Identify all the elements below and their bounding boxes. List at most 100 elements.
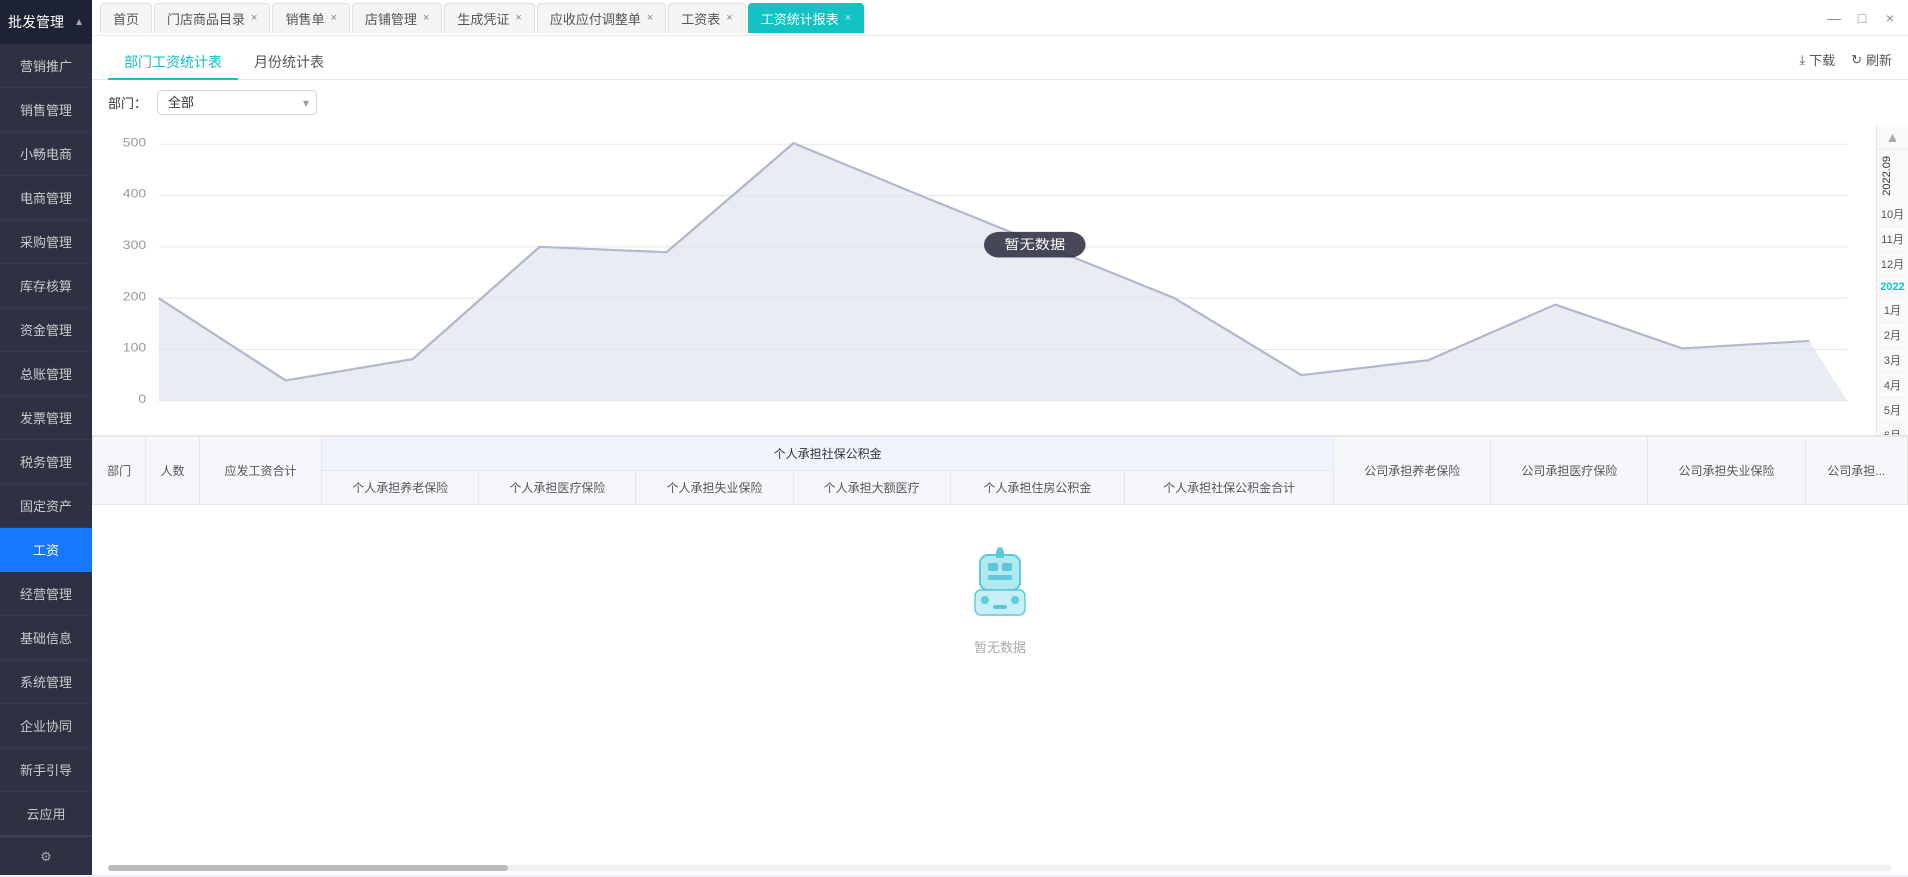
tab-catalog[interactable]: 门店商品目录 × [154,3,270,33]
right-panel-10月[interactable]: 10月 [1878,202,1906,227]
sidebar: 批发管理 ▲ 营销推广销售管理小畅电商电商管理采购管理库存核算资金管理总账管理发… [0,0,92,875]
subtab-dept[interactable]: 部门工资统计表 [108,46,238,80]
content-area: 部门工资统计表月份统计表 ⤓ 下载 ↻ 刷新 部门： 全部 [92,36,1908,875]
maximize-button[interactable]: □ [1852,8,1872,28]
tab-sales-order[interactable]: 销售单 × [272,3,349,33]
tab-produce[interactable]: 生成凭证 × [444,3,534,33]
sidebar-item-inventory[interactable]: 库存核算 [0,264,92,308]
sidebar-item-payroll[interactable]: 工资 [0,528,92,572]
tab-label-sales-order: 销售单 [285,9,324,28]
sidebar-item-purchase[interactable]: 采购管理 [0,220,92,264]
col-dept: 部门 [93,437,146,505]
sidebar-item-cloud[interactable]: 云应用 [0,792,92,836]
tab-label-catalog: 门店商品目录 [167,9,245,28]
refresh-icon: ↻ [1851,52,1862,68]
right-panel-1月[interactable]: 1月 [1878,298,1906,323]
right-panel-12月[interactable]: 12月 [1878,252,1906,277]
empty-state: 暂无数据 [92,505,1908,696]
sidebar-item-guide[interactable]: 新手引导 [0,748,92,792]
tab-close-sales-order[interactable]: × [330,12,336,24]
refresh-button[interactable]: ↻ 刷新 [1851,50,1892,69]
sidebar-item-enterprise[interactable]: 企业协同 [0,704,92,748]
col-company-medical: 公司承担医疗保险 [1491,437,1648,505]
tab-close-produce[interactable]: × [515,12,521,24]
dept-select[interactable]: 全部 [157,90,317,115]
right-panel-4月[interactable]: 4月 [1878,373,1906,398]
tab-label-produce: 生成凭证 [457,9,509,28]
col-headcount: 人数 [146,437,199,505]
action-buttons: ⤓ 下载 ↻ 刷新 [1799,50,1892,75]
col-group-personal: 个人承担社保公积金 [322,437,1334,471]
sidebar-item-sales[interactable]: 销售管理 [0,88,92,132]
tab-close-payroll-table[interactable]: × [726,12,732,24]
empty-text: 暂无数据 [974,637,1026,656]
tab-store[interactable]: 店铺管理 × [352,3,442,33]
sidebar-item-basic[interactable]: 基础信息 [0,616,92,660]
sidebar-title: 批发管理 [8,12,64,32]
tab-label-payroll-table: 工资表 [681,9,720,28]
tab-receivable[interactable]: 应收应付调整单× [537,3,666,33]
right-panel-date[interactable]: 2022.09 [1877,149,1908,202]
sidebar-item-tax[interactable]: 税务管理 [0,440,92,484]
scrollbar-thumb[interactable] [108,865,508,871]
subtab-month[interactable]: 月份统计表 [238,46,340,80]
table-area: 部门 人数 应发工资合计 个人承担社保公积金 公司承担养老保险 公司承担医疗保险… [92,435,1908,861]
sidebar-item-ecom[interactable]: 电商管理 [0,176,92,220]
download-button[interactable]: ⤓ 下载 [1799,50,1835,69]
right-panel-2022[interactable]: 2022 [1878,277,1906,298]
scrollbar-area [92,861,1908,875]
col-personal-unemployment: 个人承担失业保险 [636,471,793,505]
col-salary: 应发工资合计 [199,437,322,505]
sidebar-item-invoice[interactable]: 发票管理 [0,396,92,440]
tab-label-payroll-report: 工资统计报表 [761,9,839,28]
col-company-pension: 公司承担养老保险 [1334,437,1491,505]
scrollbar-track[interactable] [108,865,1892,871]
close-button[interactable]: × [1880,8,1900,28]
sidebar-header[interactable]: 批发管理 ▲ [0,0,92,44]
right-panel-3月[interactable]: 3月 [1878,348,1906,373]
tab-label-home: 首页 [113,9,139,28]
minimize-button[interactable]: — [1824,8,1844,28]
tab-home[interactable]: 首页 [100,3,152,33]
sidebar-item-marketing[interactable]: 营销推广 [0,44,92,88]
chart-row: 500 400 300 200 100 0 [92,125,1908,435]
tab-close-payroll-report[interactable]: × [845,12,851,24]
right-panel-items: 10月11月12月20221月2月3月4月5月6月7月8月9月 [1878,202,1906,435]
sidebar-settings[interactable]: ⚙ [0,836,92,877]
right-panel-2月[interactable]: 2月 [1878,323,1906,348]
dept-select-wrapper[interactable]: 全部 [157,90,317,115]
tab-close-store[interactable]: × [423,12,429,24]
col-personal-medical: 个人承担医疗保险 [479,471,636,505]
col-personal-housing: 个人承担住房公积金 [950,471,1124,505]
tab-close-receivable[interactable]: × [647,12,653,24]
svg-text:200: 200 [123,289,146,303]
col-company-unemployment: 公司承担失业保险 [1648,437,1805,505]
sidebar-item-assets[interactable]: 固定资产 [0,484,92,528]
sidebar-collapse-arrow: ▲ [74,17,84,28]
right-panel: ▲ 2022.09 10月11月12月20221月2月3月4月5月6月7月8月9… [1876,125,1908,435]
sidebar-item-operation[interactable]: 经营管理 [0,572,92,616]
tab-label-store: 店铺管理 [365,9,417,28]
svg-text:100: 100 [123,341,146,355]
tab-payroll-table[interactable]: 工资表 × [668,3,745,33]
filter-bar: 部门： 全部 [92,80,1908,125]
right-panel-11月[interactable]: 11月 [1878,227,1906,252]
sidebar-item-ledger[interactable]: 总账管理 [0,352,92,396]
sidebar-item-mini[interactable]: 小畅电商 [0,132,92,176]
tabs-container: 首页门店商品目录×销售单×店铺管理×生成凭证×应收应付调整单×工资表×工资统计报… [100,3,864,33]
sidebar-item-finance[interactable]: 资金管理 [0,308,92,352]
empty-icon [960,545,1040,625]
col-personal-pension: 个人承担养老保险 [322,471,479,505]
sidebar-nav: 营销推广销售管理小畅电商电商管理采购管理库存核算资金管理总账管理发票管理税务管理… [0,44,92,836]
download-icon: ⤓ [1799,52,1805,68]
sidebar-item-system[interactable]: 系统管理 [0,660,92,704]
col-personal-critical: 个人承担大额医疗 [793,471,950,505]
right-panel-6月[interactable]: 6月 [1878,423,1906,435]
line-chart: 500 400 300 200 100 0 [108,125,1860,435]
refresh-label: 刷新 [1866,50,1892,69]
right-panel-up[interactable]: ▲ [1884,125,1902,149]
svg-text:500: 500 [123,135,146,149]
tab-payroll-report[interactable]: 工资统计报表 × [748,3,864,33]
tab-close-catalog[interactable]: × [251,12,257,24]
right-panel-5月[interactable]: 5月 [1878,398,1906,423]
